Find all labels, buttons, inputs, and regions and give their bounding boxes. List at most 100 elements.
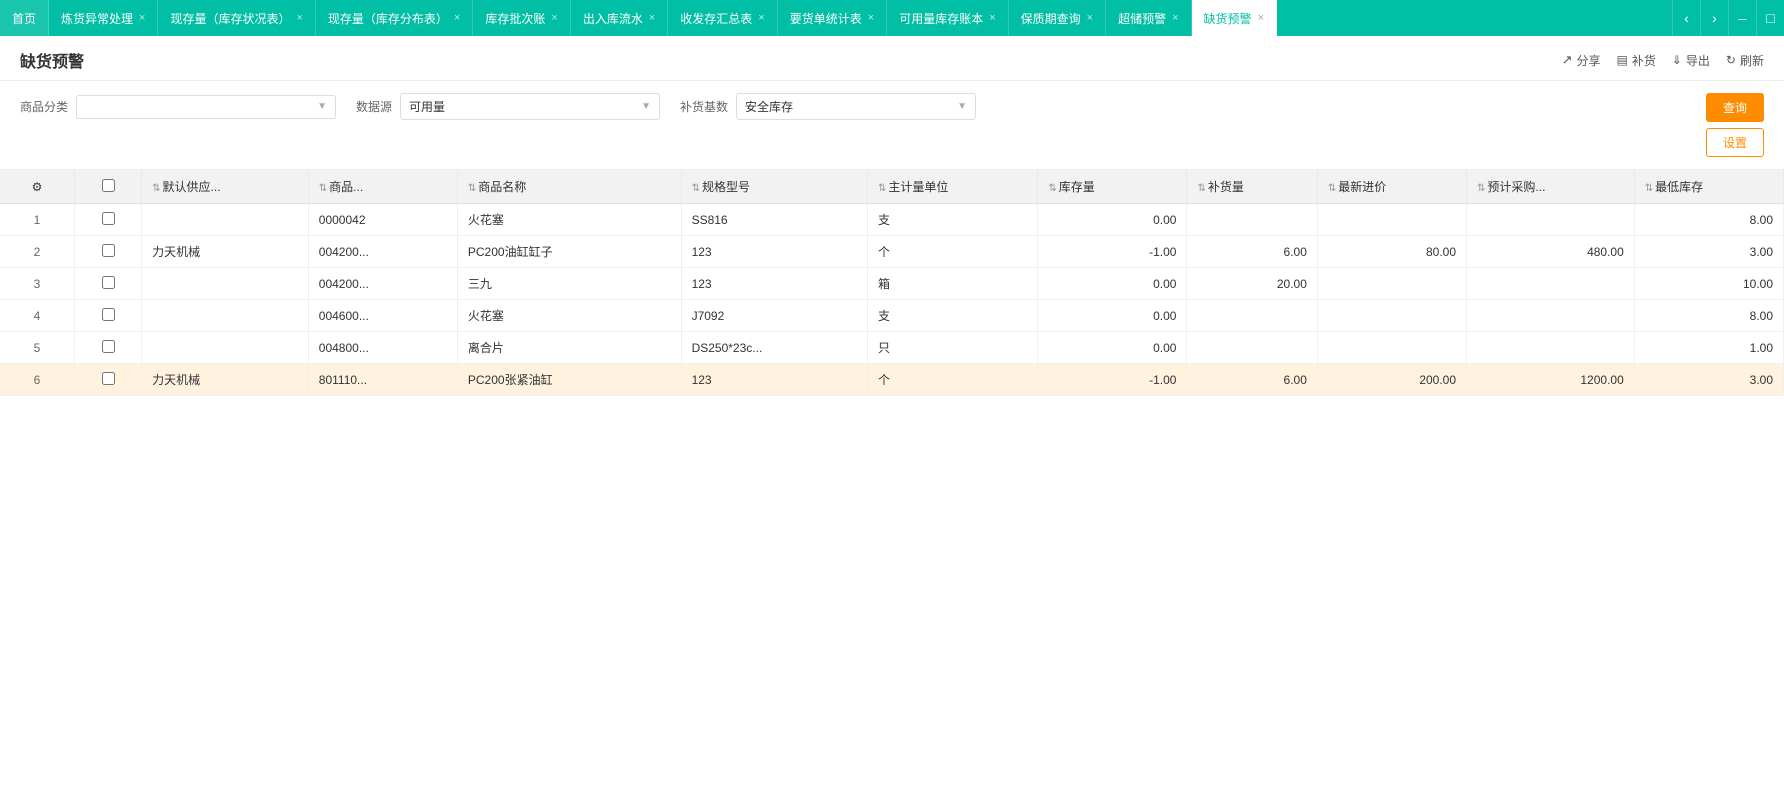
col-product-code[interactable]: ⇅商品... <box>308 170 457 204</box>
tab-defect-processing[interactable]: 炼货异常处理 × <box>49 0 158 36</box>
col-stock[interactable]: ⇅库存量 <box>1038 170 1187 204</box>
tab-close-avail[interactable]: × <box>989 12 995 24</box>
col-est-purchase[interactable]: ⇅预计采购... <box>1467 170 1635 204</box>
share-btn[interactable]: ↗ 分享 <box>1562 52 1601 69</box>
tab-overstock[interactable]: 超储预警 × <box>1106 0 1191 36</box>
tab-order-stats[interactable]: 要货单统计表 × <box>778 0 887 36</box>
tab-avail-ledger[interactable]: 可用量库存账本 × <box>887 0 1008 36</box>
table-row: 10000042火花塞SS816支0.008.00 <box>0 204 1784 236</box>
action-buttons: 查询 设置 <box>1706 93 1764 157</box>
category-label: 商品分类 <box>20 98 68 115</box>
tab-close-shortage[interactable]: × <box>1258 12 1264 24</box>
settings-button[interactable]: 设置 <box>1706 128 1764 157</box>
datasource-filter-group: 数据源 可用量 ▼ <box>356 93 660 120</box>
tab-close-inventory-status[interactable]: × <box>296 12 302 24</box>
tab-home[interactable]: 首页 <box>0 0 49 36</box>
table-row: 2力天机械004200...PC200油缸缸子123个-1.006.0080.0… <box>0 236 1784 268</box>
table-row: 5004800...离合片DS250*23c...只0.001.00 <box>0 332 1784 364</box>
gear-icon: ⚙ <box>32 180 43 194</box>
col-spec[interactable]: ⇅规格型号 <box>681 170 867 204</box>
col-default-supplier[interactable]: ⇅默认供应... <box>142 170 309 204</box>
tab-inventory-status[interactable]: 现存量（库存状况表） × <box>158 0 315 36</box>
tab-close-overstock[interactable]: × <box>1172 12 1178 24</box>
min-stock-cell-3: 10.00 <box>1634 268 1783 300</box>
row-checkbox-5[interactable] <box>75 332 142 364</box>
col-replenish-qty[interactable]: ⇅补货量 <box>1187 170 1317 204</box>
filter-row: 商品分类 ▼ 数据源 可用量 ▼ 补货基数 安全库存 ▼ <box>20 93 1686 120</box>
col-latest-price[interactable]: ⇅最新进价 <box>1317 170 1466 204</box>
category-select-text <box>85 100 88 114</box>
tab-bar: 首页 炼货异常处理 × 现存量（库存状况表） × 现存量（库存分布表） × 库存… <box>0 0 1784 36</box>
spec-cell-6: 123 <box>681 364 867 396</box>
tab-expiry[interactable]: 保质期查询 × <box>1009 0 1106 36</box>
data-table-container: ⚙ ⇅默认供应... ⇅商品... ⇅商品名称 ⇅规格型号 <box>0 170 1784 396</box>
tab-close-defect[interactable]: × <box>139 12 145 24</box>
tab-close-recv[interactable]: × <box>758 12 764 24</box>
col-checkbox-all[interactable] <box>75 170 142 204</box>
tab-recv-summary[interactable]: 收发存汇总表 × <box>668 0 777 36</box>
category-select[interactable]: ▼ <box>76 95 336 119</box>
tab-close-order[interactable]: × <box>868 12 874 24</box>
sort-icon-supplier: ⇅ <box>152 183 160 194</box>
name-cell-1: 火花塞 <box>457 204 681 236</box>
unit-cell-4: 支 <box>867 300 1037 332</box>
row-checkbox-3[interactable] <box>75 268 142 300</box>
replenish-btn[interactable]: ▤ 补货 <box>1616 52 1655 69</box>
header-actions: ↗ 分享 ▤ 补货 ⇓ 导出 ↻ 刷新 <box>1562 52 1764 69</box>
unit-cell-1: 支 <box>867 204 1037 236</box>
spec-cell-1: SS816 <box>681 204 867 236</box>
sort-icon-stock: ⇅ <box>1048 183 1056 194</box>
sort-icon-min: ⇅ <box>1645 183 1653 194</box>
unit-cell-3: 箱 <box>867 268 1037 300</box>
est-purchase-cell-5 <box>1467 332 1635 364</box>
tab-next-btn[interactable]: › <box>1700 0 1728 36</box>
replenish-qty-cell-2: 6.00 <box>1187 236 1317 268</box>
tab-prev-btn[interactable]: ‹ <box>1672 0 1700 36</box>
tab-minimize-btn[interactable]: – <box>1728 0 1756 36</box>
export-icon: ⇓ <box>1672 53 1682 67</box>
table-row: 4004600...火花塞J7092支0.008.00 <box>0 300 1784 332</box>
replenish-qty-cell-5 <box>1187 332 1317 364</box>
sort-icon-code: ⇅ <box>319 183 327 194</box>
min-stock-cell-6: 3.00 <box>1634 364 1783 396</box>
name-cell-6: PC200张紧油缸 <box>457 364 681 396</box>
latest-price-cell-2: 80.00 <box>1317 236 1466 268</box>
tab-close-expiry[interactable]: × <box>1087 12 1093 24</box>
code-cell-2: 004200... <box>308 236 457 268</box>
tab-inout-flow[interactable]: 出入库流水 × <box>571 0 668 36</box>
spec-cell-3: 123 <box>681 268 867 300</box>
code-cell-3: 004200... <box>308 268 457 300</box>
col-min-stock[interactable]: ⇅最低库存 <box>1634 170 1783 204</box>
row-checkbox-1[interactable] <box>75 204 142 236</box>
select-all-checkbox[interactable] <box>102 179 115 192</box>
replenish-filter-group: 补货基数 安全库存 ▼ <box>680 93 976 120</box>
col-gear[interactable]: ⚙ <box>0 170 75 204</box>
row-checkbox-4[interactable] <box>75 300 142 332</box>
replenish-qty-cell-1 <box>1187 204 1317 236</box>
row-checkbox-6[interactable] <box>75 364 142 396</box>
refresh-btn[interactable]: ↻ 刷新 <box>1726 52 1764 69</box>
tab-inventory-dist[interactable]: 现存量（库存分布表） × <box>316 0 473 36</box>
datasource-select[interactable]: 可用量 ▼ <box>400 93 660 120</box>
datasource-dropdown-icon: ▼ <box>641 101 651 112</box>
code-cell-4: 004600... <box>308 300 457 332</box>
table-header-row: ⚙ ⇅默认供应... ⇅商品... ⇅商品名称 ⇅规格型号 <box>0 170 1784 204</box>
tab-close-inout[interactable]: × <box>649 12 655 24</box>
name-cell-5: 离合片 <box>457 332 681 364</box>
table-row: 3004200...三九123箱0.0020.0010.00 <box>0 268 1784 300</box>
export-btn[interactable]: ⇓ 导出 <box>1672 52 1710 69</box>
col-product-name[interactable]: ⇅商品名称 <box>457 170 681 204</box>
tab-close-inventory-dist[interactable]: × <box>454 12 460 24</box>
name-cell-4: 火花塞 <box>457 300 681 332</box>
filter-controls: 商品分类 ▼ 数据源 可用量 ▼ 补货基数 安全库存 ▼ <box>0 81 1784 170</box>
tab-maximize-btn[interactable]: □ <box>1756 0 1784 36</box>
replenish-qty-cell-6: 6.00 <box>1187 364 1317 396</box>
replenish-icon: ▤ <box>1616 53 1627 67</box>
col-unit[interactable]: ⇅主计量单位 <box>867 170 1037 204</box>
replenish-select[interactable]: 安全库存 ▼ <box>736 93 976 120</box>
query-button[interactable]: 查询 <box>1706 93 1764 122</box>
row-checkbox-2[interactable] <box>75 236 142 268</box>
tab-batch-account[interactable]: 库存批次账 × <box>473 0 570 36</box>
tab-close-batch[interactable]: × <box>551 12 557 24</box>
tab-shortage[interactable]: 缺货预警 × <box>1192 0 1277 36</box>
